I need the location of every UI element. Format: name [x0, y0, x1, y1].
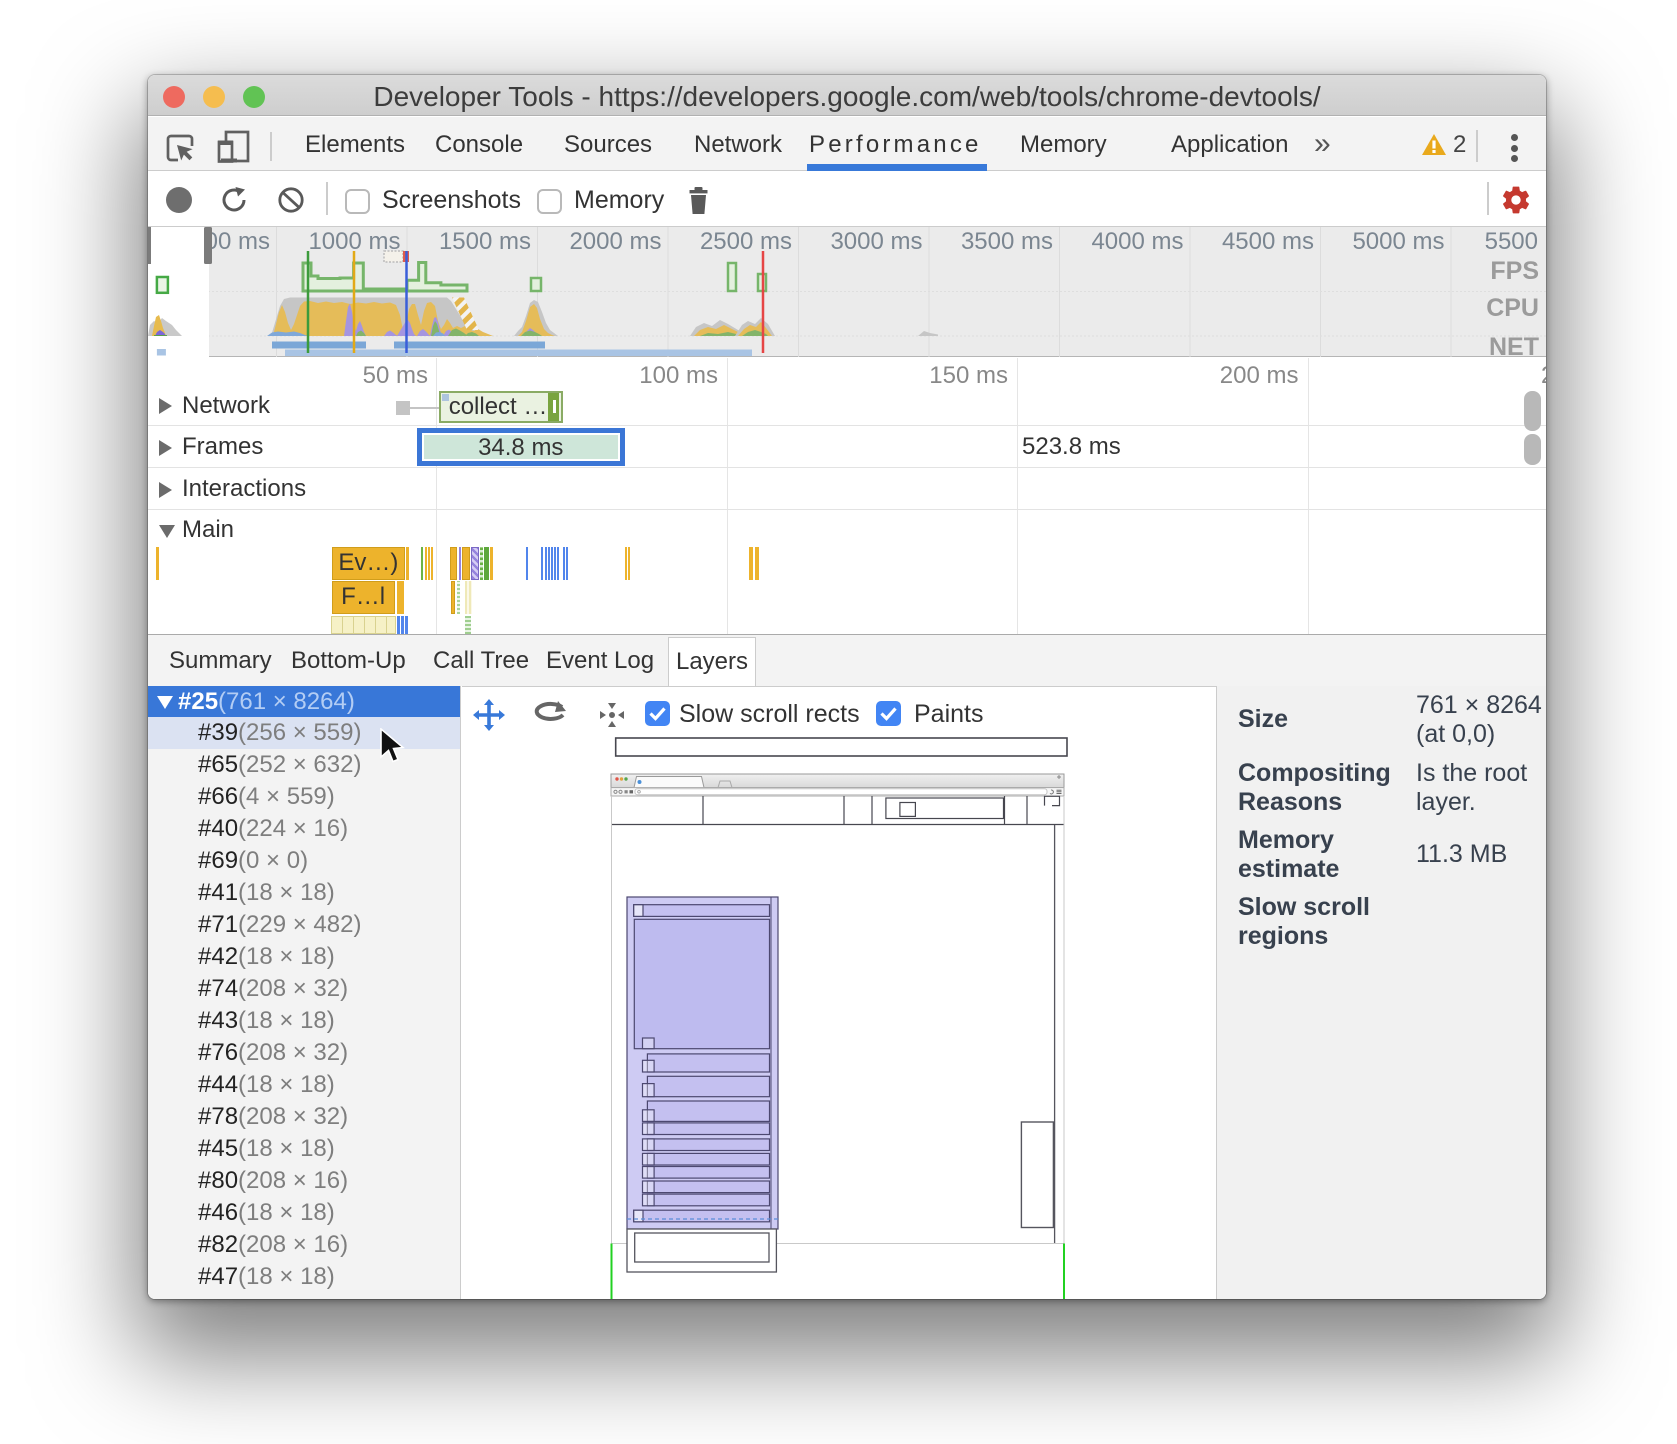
svg-text:4000 ms: 4000 ms [1091, 228, 1183, 255]
svg-text:CPU: CPU [1486, 294, 1539, 322]
svg-text:3000 ms: 3000 ms [830, 228, 922, 255]
svg-text:5000 ms: 5000 ms [1352, 228, 1444, 255]
svg-text:1500 ms: 1500 ms [439, 228, 531, 255]
svg-text:FPS: FPS [1490, 257, 1539, 285]
svg-text:2500 ms: 2500 ms [700, 228, 792, 255]
svg-text:5500: 5500 [1485, 228, 1538, 255]
svg-text:NET: NET [1489, 333, 1539, 357]
svg-text:4500 ms: 4500 ms [1222, 228, 1314, 255]
svg-text:3500 ms: 3500 ms [961, 228, 1053, 255]
svg-text:2000 ms: 2000 ms [569, 228, 661, 255]
svg-text:1000 ms: 1000 ms [308, 228, 400, 255]
